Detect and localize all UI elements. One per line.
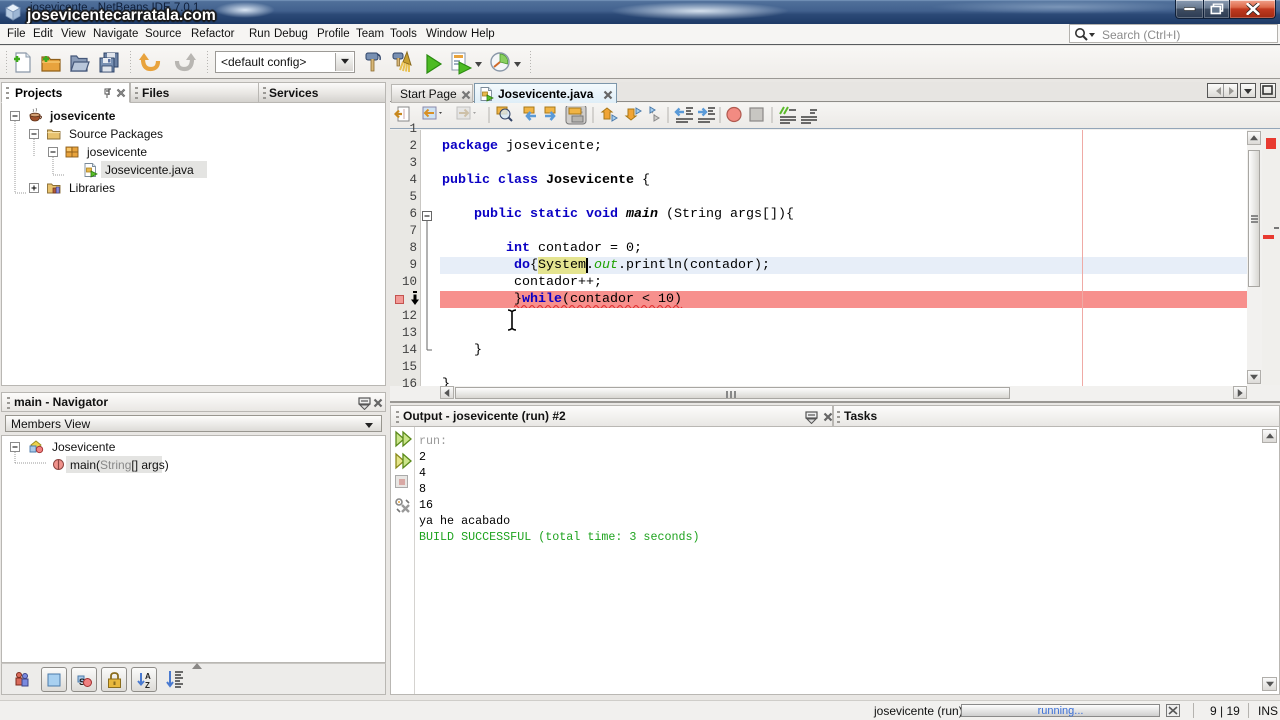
svg-text:A: A [145,672,151,681]
svg-text:Z: Z [145,681,150,690]
